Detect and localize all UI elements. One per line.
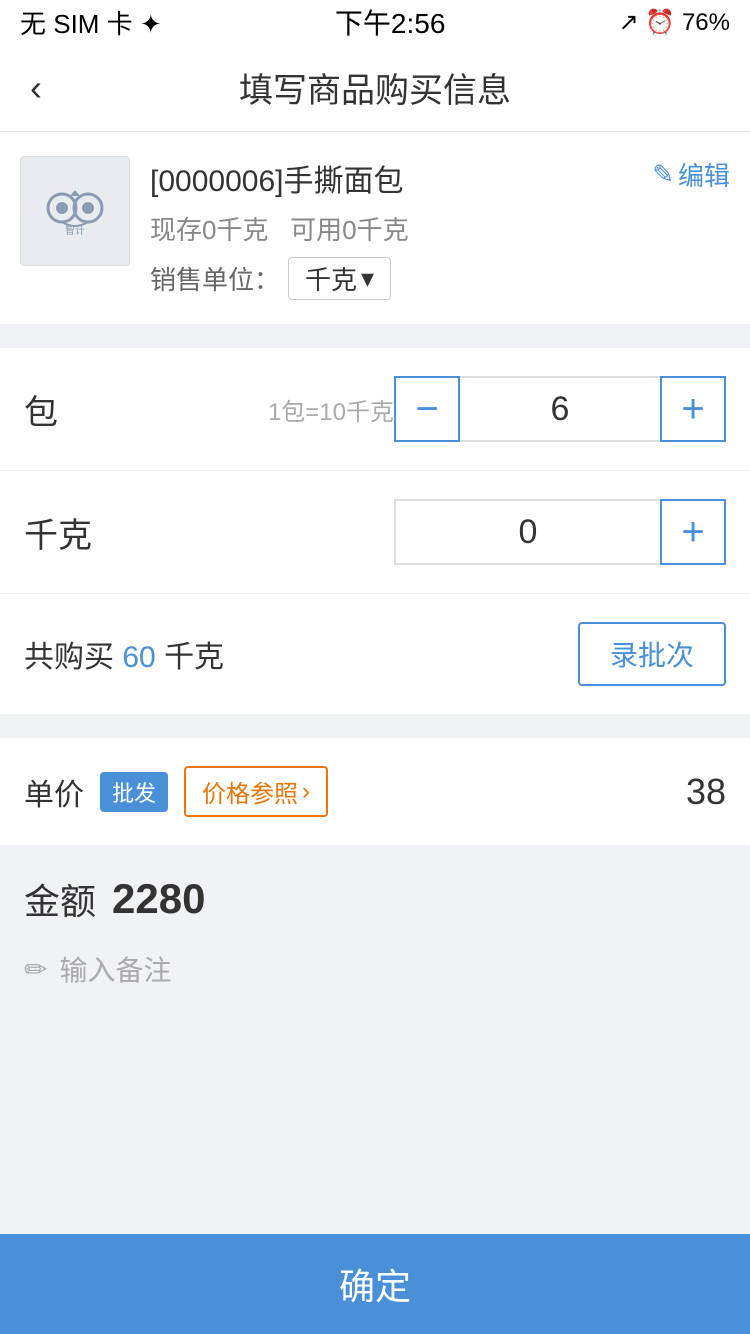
status-time: 下午2:56	[335, 2, 446, 42]
pencil-icon: ✏	[24, 953, 47, 986]
product-name: [0000006]手撕面包	[150, 156, 403, 200]
page-title: 填写商品购买信息	[239, 63, 511, 112]
svg-text:智计: 智计	[65, 224, 85, 236]
edit-icon: ✎	[652, 159, 674, 190]
price-type-tag: 批发	[100, 772, 168, 812]
package-minus-button[interactable]: −	[394, 376, 460, 442]
amount-section: 金额 2280 ✏ 输入备注	[0, 845, 750, 1234]
price-section: 单价 批发 价格参照 › 38	[0, 738, 750, 845]
total-text: 共购买 60 千克	[24, 632, 224, 676]
price-value: 38	[686, 771, 726, 813]
kg-qty-row: 千克 +	[0, 471, 750, 594]
package-section: 包 1包=10千克 − + 千克 +	[0, 348, 750, 594]
total-amount: 60	[122, 641, 155, 674]
package-label: 包	[24, 385, 258, 434]
package-hint: 1包=10千克	[268, 392, 394, 427]
product-image: 智计	[20, 156, 130, 266]
amount-value: 2280	[112, 875, 205, 923]
product-unit: 销售单位： 千克 ▾	[150, 257, 730, 300]
total-section: 共购买 60 千克 录批次	[0, 594, 750, 714]
batch-button[interactable]: 录批次	[578, 622, 726, 686]
package-plus-button[interactable]: +	[660, 376, 726, 442]
package-qty-input[interactable]	[460, 376, 660, 442]
product-card: 智计 [0000006]手撕面包 ✎ 编辑 现存0千克 可用0千克 销售单位： …	[0, 132, 750, 324]
kg-qty-input[interactable]	[394, 499, 660, 565]
amount-row: 金额 2280	[24, 873, 726, 925]
nav-bar: ‹ 填写商品购买信息	[0, 44, 750, 132]
price-ref-button[interactable]: 价格参照 ›	[184, 766, 328, 817]
note-placeholder: 输入备注	[59, 949, 171, 989]
product-info: [0000006]手撕面包 ✎ 编辑 现存0千克 可用0千克 销售单位： 千克 …	[150, 156, 730, 300]
price-label: 单价	[24, 770, 84, 814]
package-qty-row: 包 1包=10千克 − +	[0, 348, 750, 471]
status-right: ↗ ⏰ 76%	[619, 8, 730, 37]
confirm-button[interactable]: 确定	[0, 1234, 750, 1334]
separator-1	[0, 336, 750, 348]
kg-qty-control: +	[394, 499, 726, 565]
status-left: 无 SIM 卡 ✦	[20, 4, 162, 41]
separator-2	[0, 726, 750, 738]
chevron-right-icon: ›	[302, 778, 310, 806]
package-qty-control: − +	[394, 376, 726, 442]
kg-label: 千克	[24, 517, 92, 555]
kg-plus-button[interactable]: +	[660, 499, 726, 565]
amount-label: 金额	[24, 873, 96, 925]
note-row[interactable]: ✏ 输入备注	[24, 949, 726, 989]
product-logo-icon: 智计	[40, 186, 110, 236]
sim-status: 无 SIM 卡 ✦	[20, 4, 162, 41]
unit-select[interactable]: 千克 ▾	[288, 257, 391, 300]
back-button[interactable]: ‹	[20, 57, 52, 119]
product-stock: 现存0千克 可用0千克	[150, 210, 730, 247]
status-bar: 无 SIM 卡 ✦ 下午2:56 ↗ ⏰ 76%	[0, 0, 750, 44]
edit-button[interactable]: ✎ 编辑	[652, 156, 730, 193]
